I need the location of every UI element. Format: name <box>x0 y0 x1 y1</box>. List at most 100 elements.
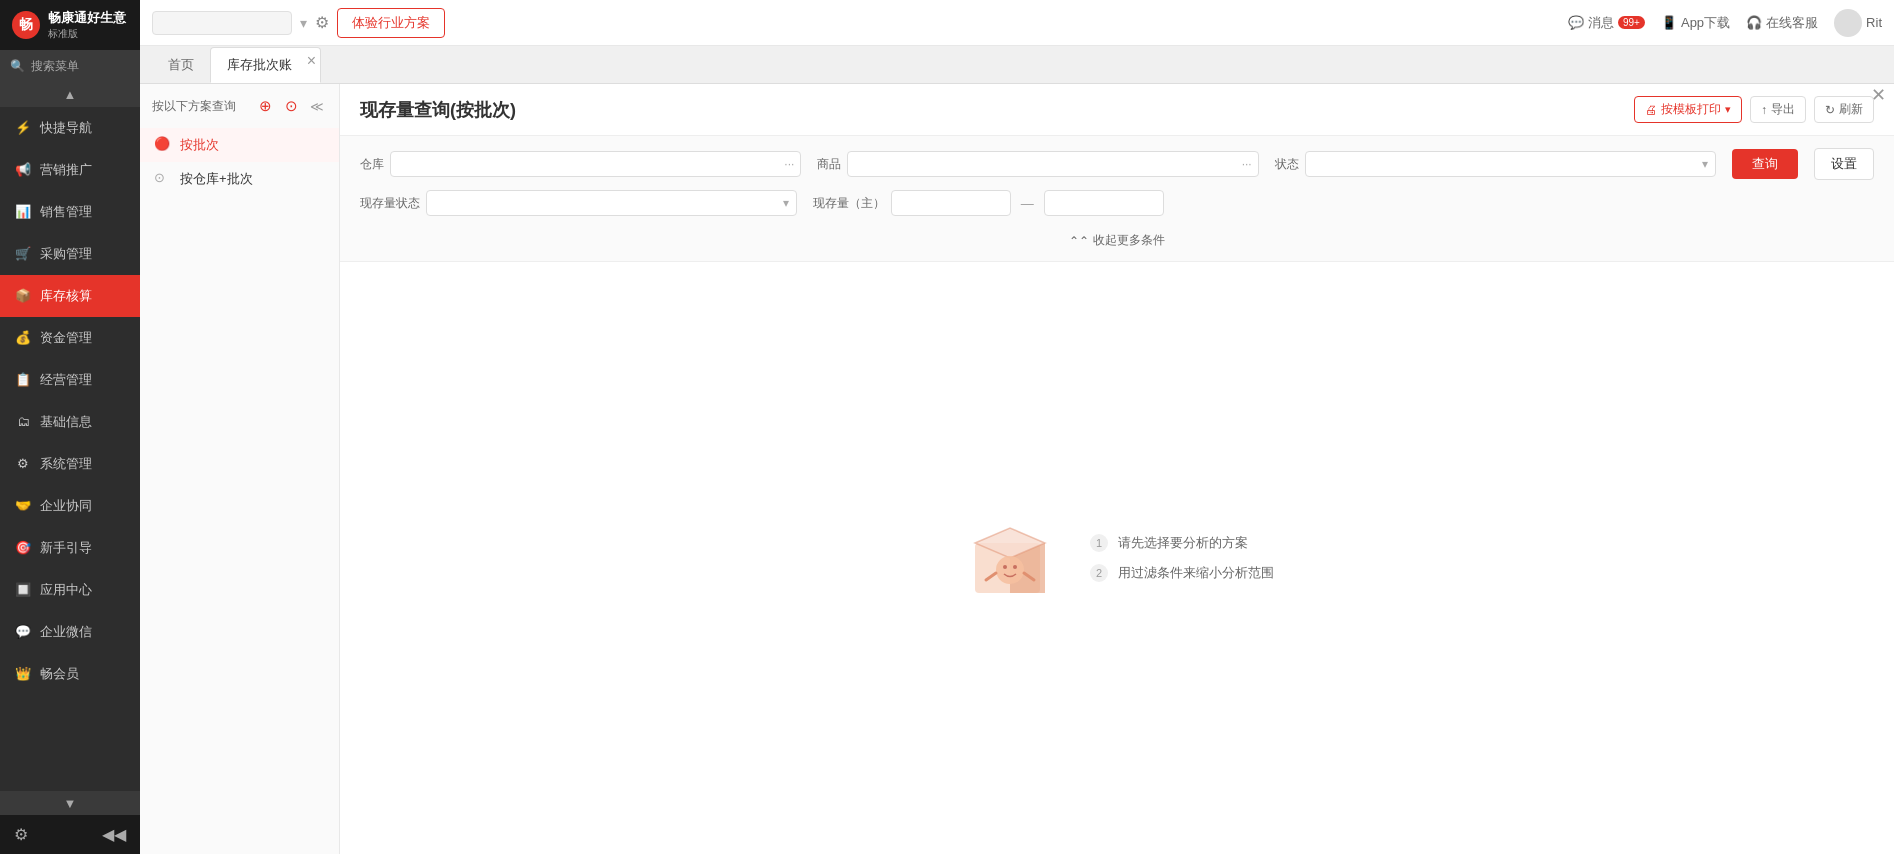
product-more-icon[interactable]: ··· <box>1236 157 1258 171</box>
sidebar-item-apps[interactable]: 🔲 应用中心 <box>0 569 140 611</box>
sidebar-item-wechat[interactable]: 💬 企业微信 <box>0 611 140 653</box>
sidebar-item-quick-nav[interactable]: ⚡ 快捷导航 <box>0 107 140 149</box>
topbar-dropdown-icon[interactable]: ▾ <box>300 15 307 31</box>
sidebar-item-finance[interactable]: 💰 资金管理 <box>0 317 140 359</box>
filter-row-2: 现存量状态 现存量（主） — <box>360 190 1874 216</box>
page-title: 现存量查询(按批次) <box>360 98 516 122</box>
scroll-up-btn[interactable]: ▲ <box>0 83 140 107</box>
sidebar-item-system[interactable]: ⚙ 系统管理 <box>0 443 140 485</box>
export-label: 导出 <box>1771 101 1795 118</box>
sidebar-item-operation[interactable]: 📋 经营管理 <box>0 359 140 401</box>
status-field: 状态 <box>1275 151 1716 177</box>
message-icon: 💬 <box>1568 15 1584 30</box>
phone-icon: 📱 <box>1661 15 1677 30</box>
sidebar-item-label: 畅会员 <box>40 665 79 683</box>
warehouse-field: 仓库 ··· <box>360 151 801 177</box>
status-select[interactable] <box>1305 151 1716 177</box>
sidebar-item-enterprise[interactable]: 🤝 企业协同 <box>0 485 140 527</box>
messages-button[interactable]: 💬 消息 99+ <box>1568 14 1645 32</box>
sidebar-item-inventory[interactable]: 📦 库存核算 <box>0 275 140 317</box>
set-button[interactable]: 设置 <box>1814 148 1874 180</box>
scheme-item-warehouse-batch[interactable]: ⊙ 按仓库+批次 <box>140 162 339 196</box>
messages-badge: 99+ <box>1618 16 1645 29</box>
sidebar-nav: ⚡ 快捷导航 📢 营销推广 📊 销售管理 🛒 采购管理 📦 库存核算 💰 资金管… <box>0 107 140 791</box>
collapse-sidebar-icon[interactable]: ◀◀ <box>102 825 126 844</box>
tab-inventory-batch[interactable]: 库存批次账 × <box>210 47 321 83</box>
wechat-icon: 💬 <box>14 623 32 641</box>
scheme-label-warehouse-batch: 按仓库+批次 <box>180 170 253 188</box>
headset-icon: 🎧 <box>1746 15 1762 30</box>
enterprise-icon: 🤝 <box>14 497 32 515</box>
refresh-button[interactable]: ↻ 刷新 <box>1814 96 1874 123</box>
sidebar-item-sales[interactable]: 📊 销售管理 <box>0 191 140 233</box>
status-label: 状态 <box>1275 156 1299 173</box>
scheme-item-batch[interactable]: 🔴 按批次 <box>140 128 339 162</box>
config-scheme-icon[interactable]: ⊙ <box>281 96 301 116</box>
search-menu[interactable]: 🔍 搜索菜单 <box>0 50 140 83</box>
inventory-qty-to[interactable] <box>1044 190 1164 216</box>
topbar-search-input[interactable] <box>152 11 292 35</box>
product-input[interactable] <box>848 152 1235 176</box>
newbie-icon: 🎯 <box>14 539 32 557</box>
query-button[interactable]: 查询 <box>1732 149 1798 179</box>
logo-text: 畅 <box>19 16 33 34</box>
user-avatar-area[interactable]: Rit <box>1834 9 1882 37</box>
purchase-icon: 🛒 <box>14 245 32 263</box>
collapse-panel-icon[interactable]: ≪ <box>307 96 327 116</box>
online-service-button[interactable]: 🎧 在线客服 <box>1746 14 1818 32</box>
export-icon: ↑ <box>1761 103 1767 117</box>
page-header: 现存量查询(按批次) 🖨 按模板打印 ▾ ↑ 导出 ↻ <box>340 84 1894 136</box>
warehouse-input-wrapper: ··· <box>390 151 801 177</box>
chevron-up-icon: ⌃⌃ <box>1069 234 1089 248</box>
main-close-button[interactable]: ✕ <box>1871 84 1886 106</box>
sidebar-item-label: 营销推广 <box>40 161 92 179</box>
inventory-status-field: 现存量状态 <box>360 190 797 216</box>
filter-row-1: 仓库 ··· 商品 ··· <box>360 148 1874 180</box>
print-dropdown-icon[interactable]: ▾ <box>1725 103 1731 116</box>
sidebar-item-label: 企业微信 <box>40 623 92 641</box>
sidebar-item-marketing[interactable]: 📢 营销推广 <box>0 149 140 191</box>
sidebar-item-newbie[interactable]: 🎯 新手引导 <box>0 527 140 569</box>
sidebar-item-label: 销售管理 <box>40 203 92 221</box>
warehouse-input[interactable] <box>391 152 778 176</box>
tab-close-button[interactable]: × <box>307 52 316 70</box>
app-download-button[interactable]: 📱 App下载 <box>1661 14 1730 32</box>
right-content: 现存量查询(按批次) 🖨 按模板打印 ▾ ↑ 导出 ↻ <box>340 84 1894 854</box>
sidebar-item-label: 基础信息 <box>40 413 92 431</box>
tab-bar: 首页 库存批次账 × <box>140 46 1894 84</box>
svg-point-6 <box>1013 565 1017 569</box>
scroll-down-btn[interactable]: ▼ <box>0 791 140 815</box>
step-num-1: 1 <box>1090 534 1108 552</box>
empty-illustration <box>960 508 1060 608</box>
system-icon: ⚙ <box>14 455 32 473</box>
sidebar-header: 畅 畅康通好生意 标准版 <box>0 0 140 50</box>
sidebar-item-purchase[interactable]: 🛒 采购管理 <box>0 233 140 275</box>
experience-industry-button[interactable]: 体验行业方案 <box>337 8 445 38</box>
inventory-qty-from[interactable] <box>891 190 1011 216</box>
warehouse-more-icon[interactable]: ··· <box>778 157 800 171</box>
tab-active-label: 库存批次账 <box>227 56 292 74</box>
add-scheme-icon[interactable]: ⊕ <box>255 96 275 116</box>
app-download-label: App下载 <box>1681 14 1730 32</box>
topbar-settings-icon[interactable]: ⚙ <box>315 13 329 32</box>
inventory-status-select-wrapper <box>426 190 797 216</box>
marketing-icon: 📢 <box>14 161 32 179</box>
warehouse-label: 仓库 <box>360 156 384 173</box>
panel-title: 按以下方案查询 <box>152 98 236 115</box>
member-icon: 👑 <box>14 665 32 683</box>
inventory-qty-label: 现存量（主） <box>813 195 885 212</box>
print-button[interactable]: 🖨 按模板打印 ▾ <box>1634 96 1742 123</box>
export-button[interactable]: ↑ 导出 <box>1750 96 1806 123</box>
search-label: 搜索菜单 <box>31 58 79 75</box>
collapse-more-btn[interactable]: ⌃⌃ 收起更多条件 <box>360 226 1874 249</box>
app-version: 标准版 <box>48 27 126 40</box>
settings-icon[interactable]: ⚙ <box>14 825 28 844</box>
sidebar-item-basic[interactable]: 🗂 基础信息 <box>0 401 140 443</box>
sidebar-item-member[interactable]: 👑 畅会员 <box>0 653 140 695</box>
inventory-status-select[interactable] <box>426 190 797 216</box>
product-input-wrapper: ··· <box>847 151 1258 177</box>
printer-icon: 🖨 <box>1645 103 1657 117</box>
print-label: 按模板打印 <box>1661 101 1721 118</box>
tab-home[interactable]: 首页 <box>152 48 210 82</box>
qty-dash: — <box>1017 196 1038 211</box>
